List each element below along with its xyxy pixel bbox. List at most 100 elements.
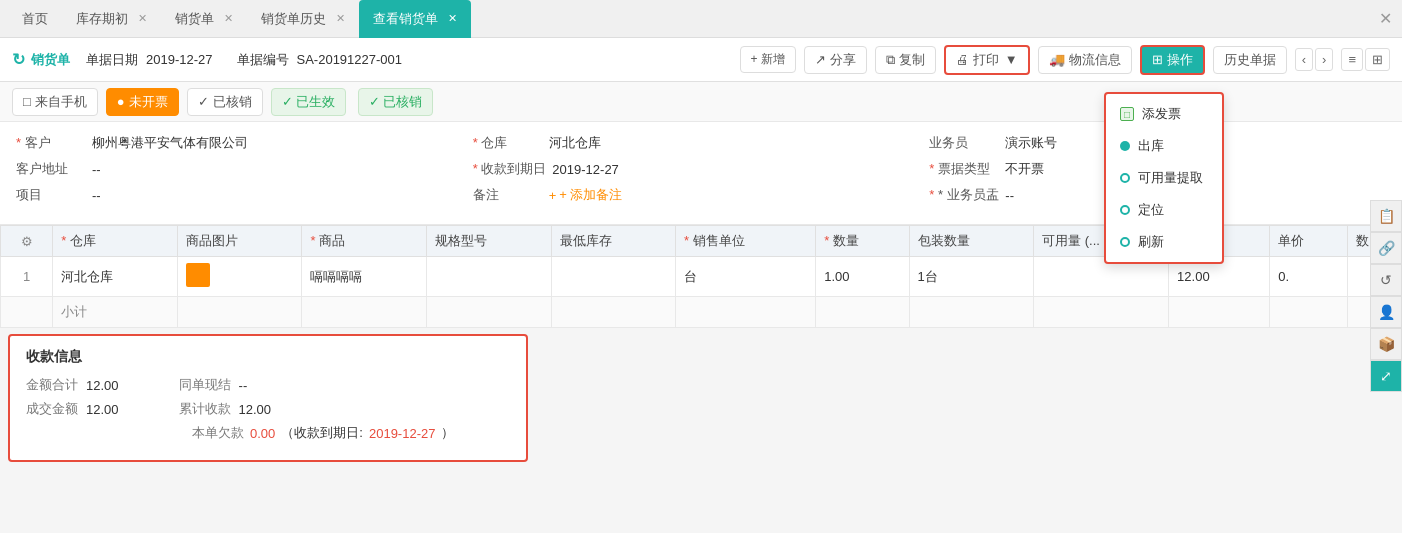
deal-value: 12.00 xyxy=(86,402,119,417)
confirm-button[interactable]: ✓ 已核销 xyxy=(187,88,263,116)
subtotal-spec xyxy=(426,297,551,328)
phone-icon: □ xyxy=(23,94,31,109)
plus-icon: + xyxy=(549,188,557,203)
rt-package[interactable]: 📦 xyxy=(1370,328,1402,360)
cumulative-item: 累计收款 12.00 xyxy=(179,400,272,418)
outbound-icon xyxy=(1120,139,1130,154)
payment-row-2: 成交金额 12.00 累计收款 12.00 xyxy=(26,400,510,418)
check-circle-icon: ✓ xyxy=(282,94,293,109)
rt-user[interactable]: 👤 xyxy=(1370,296,1402,328)
view-icons: ≡ ⊞ xyxy=(1341,48,1390,71)
ticket-type-value: 不开票 xyxy=(1005,160,1044,178)
payment-row-3: 本单欠款 0.00 （收款到期日: 2019-12-27 ） xyxy=(26,424,510,442)
copy-icon: ⧉ xyxy=(886,52,895,68)
warehouse-label: 仓库 xyxy=(473,134,543,152)
subtotal-unit xyxy=(676,297,816,328)
note-label: 备注 xyxy=(473,186,543,204)
nav-arrows: ‹ › xyxy=(1295,48,1334,71)
subtotal-cell xyxy=(1,297,53,328)
tab-sales-history[interactable]: 销货单历史 ✕ xyxy=(247,0,359,38)
tab-close-sales[interactable]: ✕ xyxy=(224,12,233,25)
payment-row-1: 金额合计 12.00 同单现结 -- xyxy=(26,376,510,394)
rt-link[interactable]: 🔗 xyxy=(1370,232,1402,264)
customer-value: 柳州粤港平安气体有限公司 xyxy=(92,134,248,152)
prev-arrow[interactable]: ‹ xyxy=(1295,48,1313,71)
total-label: 金额合计 xyxy=(26,376,78,394)
subtotal-pack xyxy=(909,297,1034,328)
due-value: 0.00 xyxy=(250,426,275,441)
due-item: 本单欠款 0.00 （收款到期日: 2019-12-27 ） xyxy=(26,424,454,442)
share-button[interactable]: ↗ 分享 xyxy=(804,46,867,74)
row-unit: 台 xyxy=(676,257,816,297)
add-note-button[interactable]: + + 添加备注 xyxy=(549,186,623,204)
tab-close-history[interactable]: ✕ xyxy=(336,12,345,25)
row-warehouse: 河北仓库 xyxy=(53,257,178,297)
cumulative-value: 12.00 xyxy=(239,402,272,417)
outbound-item[interactable]: 出库 xyxy=(1106,130,1222,162)
circle-icon: ● xyxy=(117,94,125,109)
tab-sales-order[interactable]: 销货单 ✕ xyxy=(161,0,247,38)
refresh-item[interactable]: 刷新 xyxy=(1106,226,1222,258)
add-invoice-item[interactable]: □ 添发票 xyxy=(1106,98,1222,130)
window-close-button[interactable]: ✕ xyxy=(1379,9,1392,28)
subtotal-min xyxy=(551,297,676,328)
row-min-stock xyxy=(551,257,676,297)
payment-title: 收款信息 xyxy=(26,348,510,366)
cancel-icon: ✓ xyxy=(369,94,380,109)
print-icon: 🖨 xyxy=(956,52,969,67)
staff-value: 演示账号 xyxy=(1005,134,1057,152)
next-arrow[interactable]: › xyxy=(1315,48,1333,71)
tab-view-sales[interactable]: 查看销货单 ✕ xyxy=(359,0,471,38)
operate-dropdown: □ 添发票 出库 可用量提取 定位 刷新 xyxy=(1104,92,1224,264)
operate-button[interactable]: ⊞ 操作 xyxy=(1140,45,1205,75)
total-item: 金额合计 12.00 xyxy=(26,376,119,394)
subtotal-avail xyxy=(1034,297,1169,328)
qty-header: 数量 xyxy=(816,226,909,257)
due-label: 本单欠款 xyxy=(192,424,244,442)
subtotal-row: 小计 xyxy=(1,297,1402,328)
unit-header: 销售单位 xyxy=(676,226,816,257)
locate-item[interactable]: 定位 xyxy=(1106,194,1222,226)
copy-button[interactable]: ⧉ 复制 xyxy=(875,46,936,74)
tab-close-view-sales[interactable]: ✕ xyxy=(448,12,457,25)
warehouse-field: 仓库 河北仓库 xyxy=(473,134,930,152)
tab-home[interactable]: 首页 xyxy=(8,0,62,38)
note-field: 备注 + + 添加备注 xyxy=(473,186,930,204)
rt-clipboard[interactable]: 📋 xyxy=(1370,200,1402,232)
rt-expand[interactable]: ⤢ xyxy=(1370,360,1402,392)
project-label: 项目 xyxy=(16,186,86,204)
product-header: 商品 xyxy=(302,226,427,257)
img-header: 商品图片 xyxy=(177,226,302,257)
row-pack-qty: 1台 xyxy=(909,257,1034,297)
already-effective-button[interactable]: ✓ 已生效 xyxy=(271,88,346,116)
staff-label: 业务员 xyxy=(929,134,999,152)
price-header: 单价 xyxy=(1270,226,1348,257)
subtotal-stock xyxy=(1169,297,1270,328)
tab-close-inventory[interactable]: ✕ xyxy=(138,12,147,25)
check-icon: ✓ xyxy=(198,94,209,109)
ticket-type-label: 票据类型 xyxy=(929,160,999,178)
doc-number: SA-20191227-001 xyxy=(297,52,403,67)
already-cancelled-button[interactable]: ✓ 已核销 xyxy=(358,88,433,116)
history-button[interactable]: 历史单据 xyxy=(1213,46,1287,74)
payment-due-field: 收款到期日 2019-12-27 xyxy=(473,160,930,178)
share-icon: ↗ xyxy=(815,52,826,67)
row-qty: 1.00 xyxy=(816,257,909,297)
logistics-button[interactable]: 🚚 物流信息 xyxy=(1038,46,1132,74)
cumulative-label: 累计收款 xyxy=(179,400,231,418)
rt-refresh[interactable]: ↺ xyxy=(1370,264,1402,296)
grid-view-icon[interactable]: ⊞ xyxy=(1365,48,1390,71)
quantity-extract-item[interactable]: 可用量提取 xyxy=(1106,162,1222,194)
subtotal-qty xyxy=(816,297,909,328)
from-phone-button[interactable]: □ 来自手机 xyxy=(12,88,98,116)
tab-inventory-init[interactable]: 库存期初 ✕ xyxy=(62,0,161,38)
list-view-icon[interactable]: ≡ xyxy=(1341,48,1363,71)
print-button[interactable]: 🖨 打印 ▼ xyxy=(944,45,1030,75)
new-button[interactable]: + 新增 xyxy=(740,46,796,73)
subtotal-img xyxy=(177,297,302,328)
doc-meta: 单据日期 2019-12-27 单据编号 SA-20191227-001 xyxy=(86,51,402,69)
not-open-button[interactable]: ● 未开票 xyxy=(106,88,179,116)
invoice-icon: □ xyxy=(1120,107,1134,121)
due-date: 2019-12-27 xyxy=(369,426,436,441)
subtotal-label: 小计 xyxy=(53,297,178,328)
